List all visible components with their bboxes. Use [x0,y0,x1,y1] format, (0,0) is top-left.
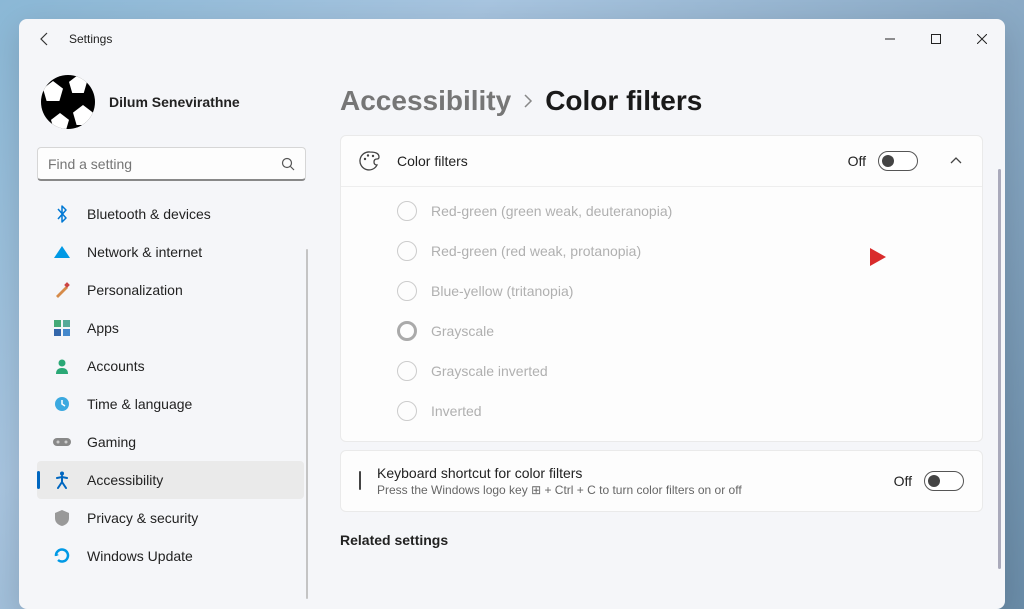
body: Dilum Senevirathne Bluetooth & devices N… [19,59,1005,609]
filter-option-deuteranopia[interactable]: Red-green (green weak, deuteranopia) [341,191,982,231]
filter-option-inverted[interactable]: Inverted [341,391,982,431]
settings-window: Settings Dilum Senevirathne Bluetooth & … [19,19,1005,609]
palette-icon [359,150,381,172]
radio-icon [397,361,417,381]
back-button[interactable] [27,21,63,57]
network-icon [53,243,71,261]
accessibility-icon [53,471,71,489]
color-filters-title: Color filters [397,153,468,169]
radio-icon [397,321,417,341]
nav-label: Gaming [87,434,136,450]
color-filters-card: Color filters Off Red-green (green weak,… [340,135,983,442]
radio-icon [397,401,417,421]
filter-option-grayscale-inverted[interactable]: Grayscale inverted [341,351,982,391]
privacy-icon [53,509,71,527]
radio-icon [397,201,417,221]
nav-label: Accounts [87,358,145,374]
chevron-right-icon [523,94,533,108]
shortcut-state: Off [894,473,912,489]
titlebar: Settings [19,19,1005,59]
sidebar-item-privacy[interactable]: Privacy & security [37,499,304,537]
nav-label: Privacy & security [87,510,198,526]
related-heading: Related settings [340,532,983,548]
sidebar-item-time[interactable]: Time & language [37,385,304,423]
nav-label: Time & language [87,396,192,412]
shortcut-toggle[interactable] [924,471,964,491]
sidebar: Dilum Senevirathne Bluetooth & devices N… [19,59,314,609]
filter-option-grayscale[interactable]: Grayscale [341,311,982,351]
sidebar-item-accessibility[interactable]: Accessibility [37,461,304,499]
filter-option-tritanopia[interactable]: Blue-yellow (tritanopia) [341,271,982,311]
sidebar-item-personalization[interactable]: Personalization [37,271,304,309]
shortcut-card[interactable]: Keyboard shortcut for color filters Pres… [340,450,983,512]
nav-label: Apps [87,320,119,336]
personalization-icon [53,281,71,299]
nav: Bluetooth & devices Network & internet P… [33,189,314,609]
app-title: Settings [69,32,112,46]
sidebar-item-bluetooth[interactable]: Bluetooth & devices [37,195,304,233]
collapse-button[interactable] [948,157,964,165]
filter-option-protanopia[interactable]: Red-green (red weak, protanopia) [341,231,982,271]
search-box[interactable] [37,147,306,181]
avatar [41,75,95,129]
bluetooth-icon [53,205,71,223]
sidebar-item-gaming[interactable]: Gaming [37,423,304,461]
minimize-button[interactable] [867,23,913,55]
breadcrumb: Accessibility Color filters [340,85,983,117]
keyboard-icon [359,472,361,490]
search-icon [281,157,295,171]
color-filters-state: Off [848,153,866,169]
username: Dilum Senevirathne [109,94,240,110]
nav-label: Personalization [87,282,183,298]
maximize-button[interactable] [913,23,959,55]
radio-icon [397,241,417,261]
sidebar-item-accounts[interactable]: Accounts [37,347,304,385]
sidebar-item-apps[interactable]: Apps [37,309,304,347]
nav-label: Bluetooth & devices [87,206,211,222]
update-icon [53,547,71,565]
sidebar-item-update[interactable]: Windows Update [37,537,304,575]
gaming-icon [53,433,71,451]
apps-icon [53,319,71,337]
window-controls [867,23,1005,55]
filter-options: Red-green (green weak, deuteranopia) Red… [341,186,982,441]
breadcrumb-parent[interactable]: Accessibility [340,85,511,117]
color-filters-toggle[interactable] [878,151,918,171]
time-icon [53,395,71,413]
search-input[interactable] [48,156,281,172]
sidebar-item-network[interactable]: Network & internet [37,233,304,271]
close-button[interactable] [959,23,1005,55]
radio-icon [397,281,417,301]
nav-label: Network & internet [87,244,202,260]
nav-label: Accessibility [87,472,163,488]
nav-label: Windows Update [87,548,193,564]
shortcut-title: Keyboard shortcut for color filters [377,465,742,481]
shortcut-desc: Press the Windows logo key ⊞ + Ctrl + C … [377,483,742,497]
profile[interactable]: Dilum Senevirathne [33,69,314,147]
breadcrumb-current: Color filters [545,85,702,117]
color-filters-header[interactable]: Color filters Off [341,136,982,186]
main-content: Accessibility Color filters Color filter… [314,59,1005,609]
accounts-icon [53,357,71,375]
